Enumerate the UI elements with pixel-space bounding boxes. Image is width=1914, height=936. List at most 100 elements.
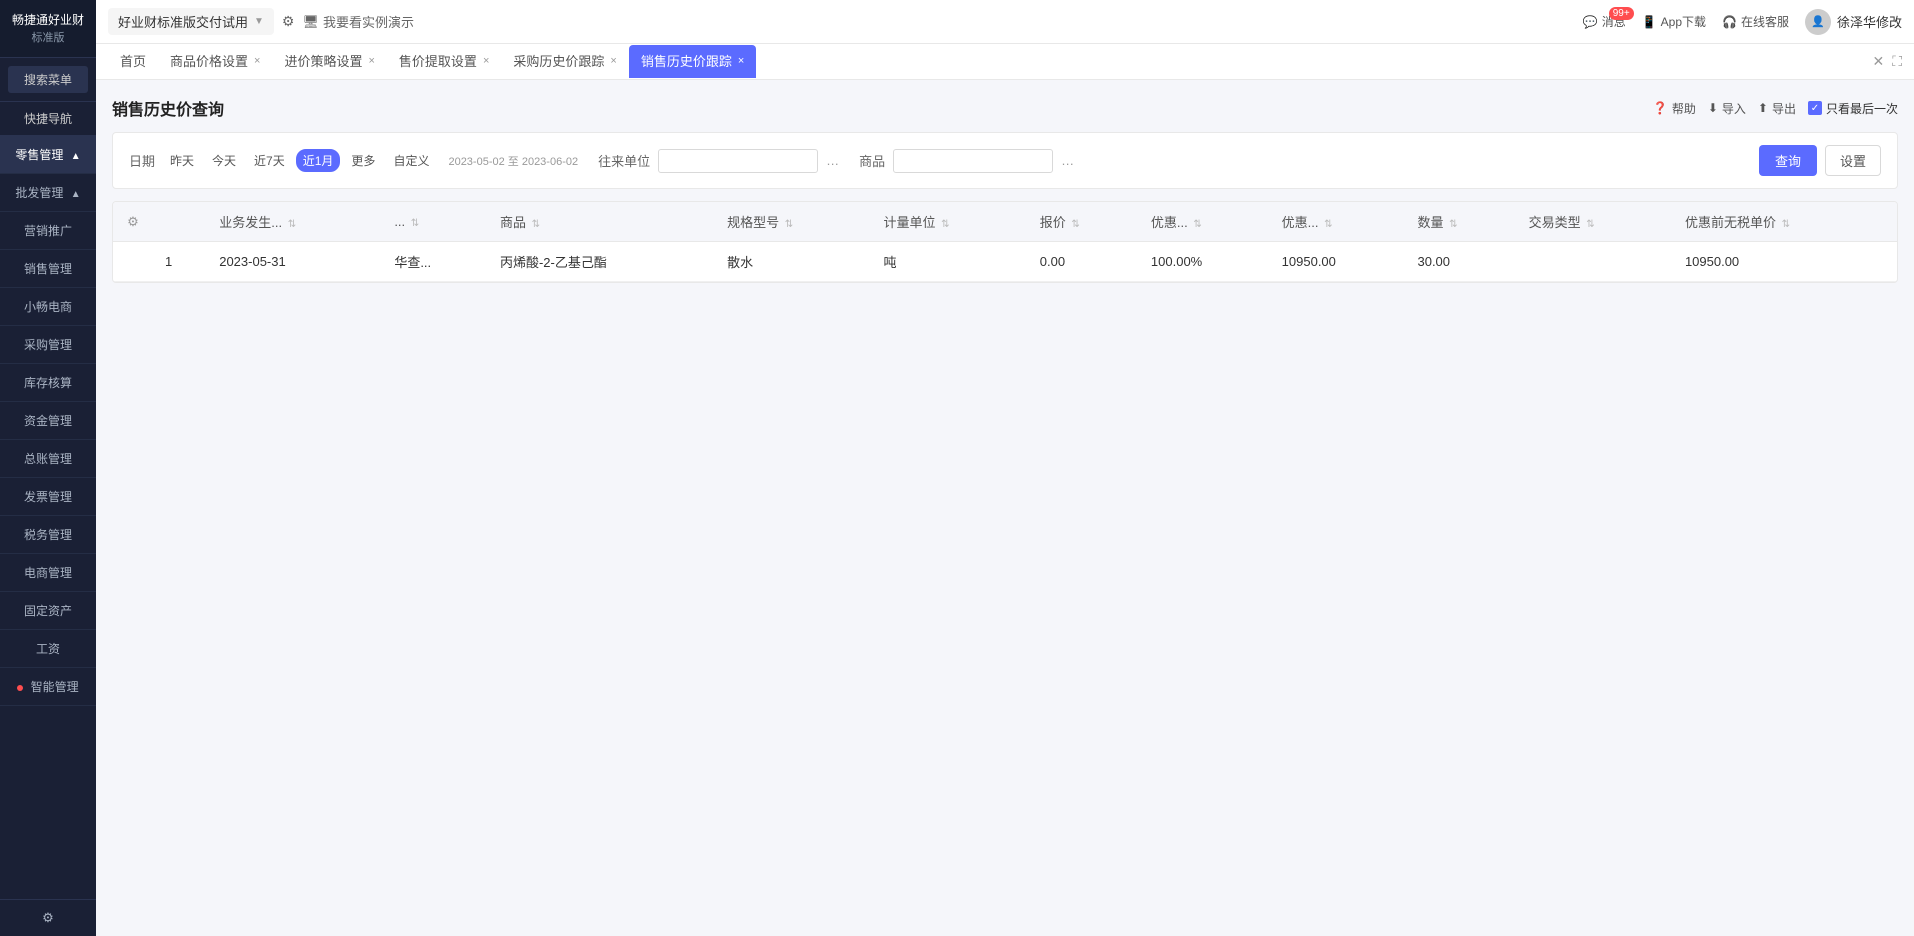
sidebar-item-accounting[interactable]: 总账管理 xyxy=(0,440,96,478)
tab-home-label: 首页 xyxy=(120,51,146,70)
tab-product-price[interactable]: 商品价格设置 × xyxy=(158,45,272,78)
module-selector[interactable]: 好业财标准版交付试用 ▼ xyxy=(108,8,274,35)
app-download-label: App下载 xyxy=(1661,13,1706,30)
settings-button[interactable]: 设置 xyxy=(1825,145,1881,176)
sidebar-item-ecommerce[interactable]: 电商管理 xyxy=(0,554,96,592)
date-filter-label: 日期 xyxy=(129,151,155,170)
data-table: ⚙ 业务发生... ⇅ ... ⇅ 商品 ⇅ xyxy=(113,202,1897,282)
col-discount-pct[interactable]: 优惠... ⇅ xyxy=(1139,202,1270,242)
col-qty[interactable]: 数量 ⇅ xyxy=(1405,202,1516,242)
last-only-checkbox[interactable]: ✓ 只看最后一次 xyxy=(1808,100,1898,117)
tab-product-price-label: 商品价格设置 xyxy=(170,51,248,70)
import-button[interactable]: ⬇ 导入 xyxy=(1708,100,1746,117)
row-spec: 散水 xyxy=(715,242,871,282)
tabs-bar: 首页 商品价格设置 × 进价策略设置 × 售价提取设置 × 采购历史价跟踪 × … xyxy=(96,44,1914,80)
tab-sale-price-label: 售价提取设置 xyxy=(399,51,477,70)
date-filter-group: 日期 昨天 今天 近7天 近1月 更多 自定义 2023-05-02 至 202… xyxy=(129,149,578,172)
chevron-down-icon: ▼ xyxy=(254,16,264,27)
col-product[interactable]: 商品 ⇅ xyxy=(488,202,715,242)
quick-nav-button[interactable]: 快捷导航 xyxy=(0,102,96,136)
sidebar-item-sales[interactable]: 销售管理 xyxy=(0,250,96,288)
product-more-icon[interactable]: … xyxy=(1061,153,1074,168)
sidebar: 畅捷通好业财 标准版 搜索菜单 快捷导航 零售管理 ▲ 批发管理 ▲ 营销推广 … xyxy=(0,0,96,936)
module-name: 好业财标准版交付试用 xyxy=(118,12,248,31)
partner-input[interactable] xyxy=(658,149,818,173)
sort-icon: ⇅ xyxy=(785,219,793,230)
sidebar-item-assets[interactable]: 固定资产 xyxy=(0,592,96,630)
tab-purchase-strategy[interactable]: 进价策略设置 × xyxy=(272,45,386,78)
sidebar-item-xiaochang[interactable]: 小畅电商 xyxy=(0,288,96,326)
col-spec[interactable]: 规格型号 ⇅ xyxy=(715,202,871,242)
col-price[interactable]: 报价 ⇅ xyxy=(1028,202,1139,242)
user-info[interactable]: 👤 徐泽华修改 xyxy=(1805,9,1902,35)
sidebar-item-retail[interactable]: 零售管理 ▲ xyxy=(0,136,96,174)
column-settings-icon[interactable]: ⚙ xyxy=(127,214,139,229)
topbar: 好业财标准版交付试用 ▼ ⚙ 🖥 我要看实例演示 💬 消息 99+ 📱 App下… xyxy=(96,0,1914,44)
partner-label: 往来单位 xyxy=(598,151,650,170)
col-settings: ⚙ xyxy=(113,202,153,242)
export-button[interactable]: ⬆ 导出 xyxy=(1758,100,1796,117)
topbar-right: 💬 消息 99+ 📱 App下载 🎧 在线客服 👤 徐泽华修改 xyxy=(1583,9,1902,35)
col-more1[interactable]: ... ⇅ xyxy=(382,202,488,242)
date-buttons: 昨天 今天 近7天 近1月 更多 自定义 xyxy=(163,149,436,172)
date-btn-last7[interactable]: 近7天 xyxy=(247,149,292,172)
query-button[interactable]: 查询 xyxy=(1759,145,1817,176)
col-pretax-price[interactable]: 优惠前无税单价 ⇅ xyxy=(1673,202,1897,242)
date-btn-custom[interactable]: 自定义 xyxy=(386,149,436,172)
sidebar-item-salary[interactable]: 工资 xyxy=(0,630,96,668)
tab-close-icon[interactable]: × xyxy=(738,55,744,67)
tab-sale-price[interactable]: 售价提取设置 × xyxy=(387,45,501,78)
col-trade-type[interactable]: 交易类型 ⇅ xyxy=(1517,202,1673,242)
tab-close-icon[interactable]: × xyxy=(610,55,616,67)
date-btn-yesterday[interactable]: 昨天 xyxy=(163,149,201,172)
sidebar-item-wholesale[interactable]: 批发管理 ▲ xyxy=(0,174,96,212)
page-header: 销售历史价查询 ❓ 帮助 ⬇ 导入 ⬆ 导出 ✓ 只看最后一次 xyxy=(112,96,1898,120)
tabs-controls: ✕ ⛶ xyxy=(1872,53,1902,70)
partner-more-icon[interactable]: … xyxy=(826,153,839,168)
sidebar-item-invoice[interactable]: 发票管理 xyxy=(0,478,96,516)
tab-close-icon[interactable]: × xyxy=(483,55,489,67)
sidebar-item-finance[interactable]: 资金管理 xyxy=(0,402,96,440)
import-label: 导入 xyxy=(1722,100,1746,117)
product-input[interactable] xyxy=(893,149,1053,173)
message-button[interactable]: 💬 消息 99+ xyxy=(1583,13,1626,30)
row-biz-date: 2023-05-31 xyxy=(207,242,382,282)
tab-purchase-history[interactable]: 采购历史价跟踪 × xyxy=(501,45,628,78)
row-discount-amt: 10950.00 xyxy=(1270,242,1406,282)
tab-sale-history[interactable]: 销售历史价跟踪 × xyxy=(629,45,756,78)
close-tab-button[interactable]: ✕ xyxy=(1872,53,1884,70)
sort-icon: ⇅ xyxy=(1586,219,1594,230)
topbar-left: 好业财标准版交付试用 ▼ ⚙ 🖥 我要看实例演示 xyxy=(108,8,414,35)
online-service-button[interactable]: 🎧 在线客服 xyxy=(1722,13,1789,30)
tab-close-icon[interactable]: × xyxy=(368,55,374,67)
sidebar-bottom: ⚙ xyxy=(0,899,96,936)
search-menu-button[interactable]: 搜索菜单 xyxy=(8,66,88,93)
sort-icon: ⇅ xyxy=(1324,219,1332,230)
tab-close-icon[interactable]: × xyxy=(254,55,260,67)
sidebar-item-purchase[interactable]: 采购管理 xyxy=(0,326,96,364)
import-icon: ⬇ xyxy=(1708,101,1718,115)
sort-icon: ⇅ xyxy=(1193,219,1201,230)
product-filter-group: 商品 … xyxy=(859,149,1074,173)
sort-icon: ⇅ xyxy=(1782,219,1790,230)
help-button[interactable]: ❓ 帮助 xyxy=(1653,100,1696,117)
date-btn-last1m[interactable]: 近1月 xyxy=(296,149,341,172)
col-unit[interactable]: 计量单位 ⇅ xyxy=(871,202,1027,242)
online-service-label: 在线客服 xyxy=(1741,13,1789,30)
module-settings-icon[interactable]: ⚙ xyxy=(282,13,295,30)
sidebar-settings-button[interactable]: ⚙ xyxy=(0,900,96,936)
expand-tab-button[interactable]: ⛶ xyxy=(1892,53,1902,70)
tab-home[interactable]: 首页 xyxy=(108,45,158,78)
col-biz-date[interactable]: 业务发生... ⇅ xyxy=(207,202,382,242)
date-btn-today[interactable]: 今天 xyxy=(205,149,243,172)
col-spec-label: 规格型号 xyxy=(727,215,779,230)
app-download-button[interactable]: 📱 App下载 xyxy=(1642,13,1706,30)
demo-button[interactable]: 🖥 我要看实例演示 xyxy=(302,12,414,31)
sidebar-item-smart[interactable]: 智能管理 xyxy=(0,668,96,706)
sidebar-item-inventory[interactable]: 库存核算 xyxy=(0,364,96,402)
sidebar-item-marketing[interactable]: 营销推广 xyxy=(0,212,96,250)
sidebar-item-tax[interactable]: 税务管理 xyxy=(0,516,96,554)
col-trade-type-label: 交易类型 xyxy=(1529,215,1581,230)
col-discount-amt[interactable]: 优惠... ⇅ xyxy=(1270,202,1406,242)
date-btn-more[interactable]: 更多 xyxy=(344,149,382,172)
